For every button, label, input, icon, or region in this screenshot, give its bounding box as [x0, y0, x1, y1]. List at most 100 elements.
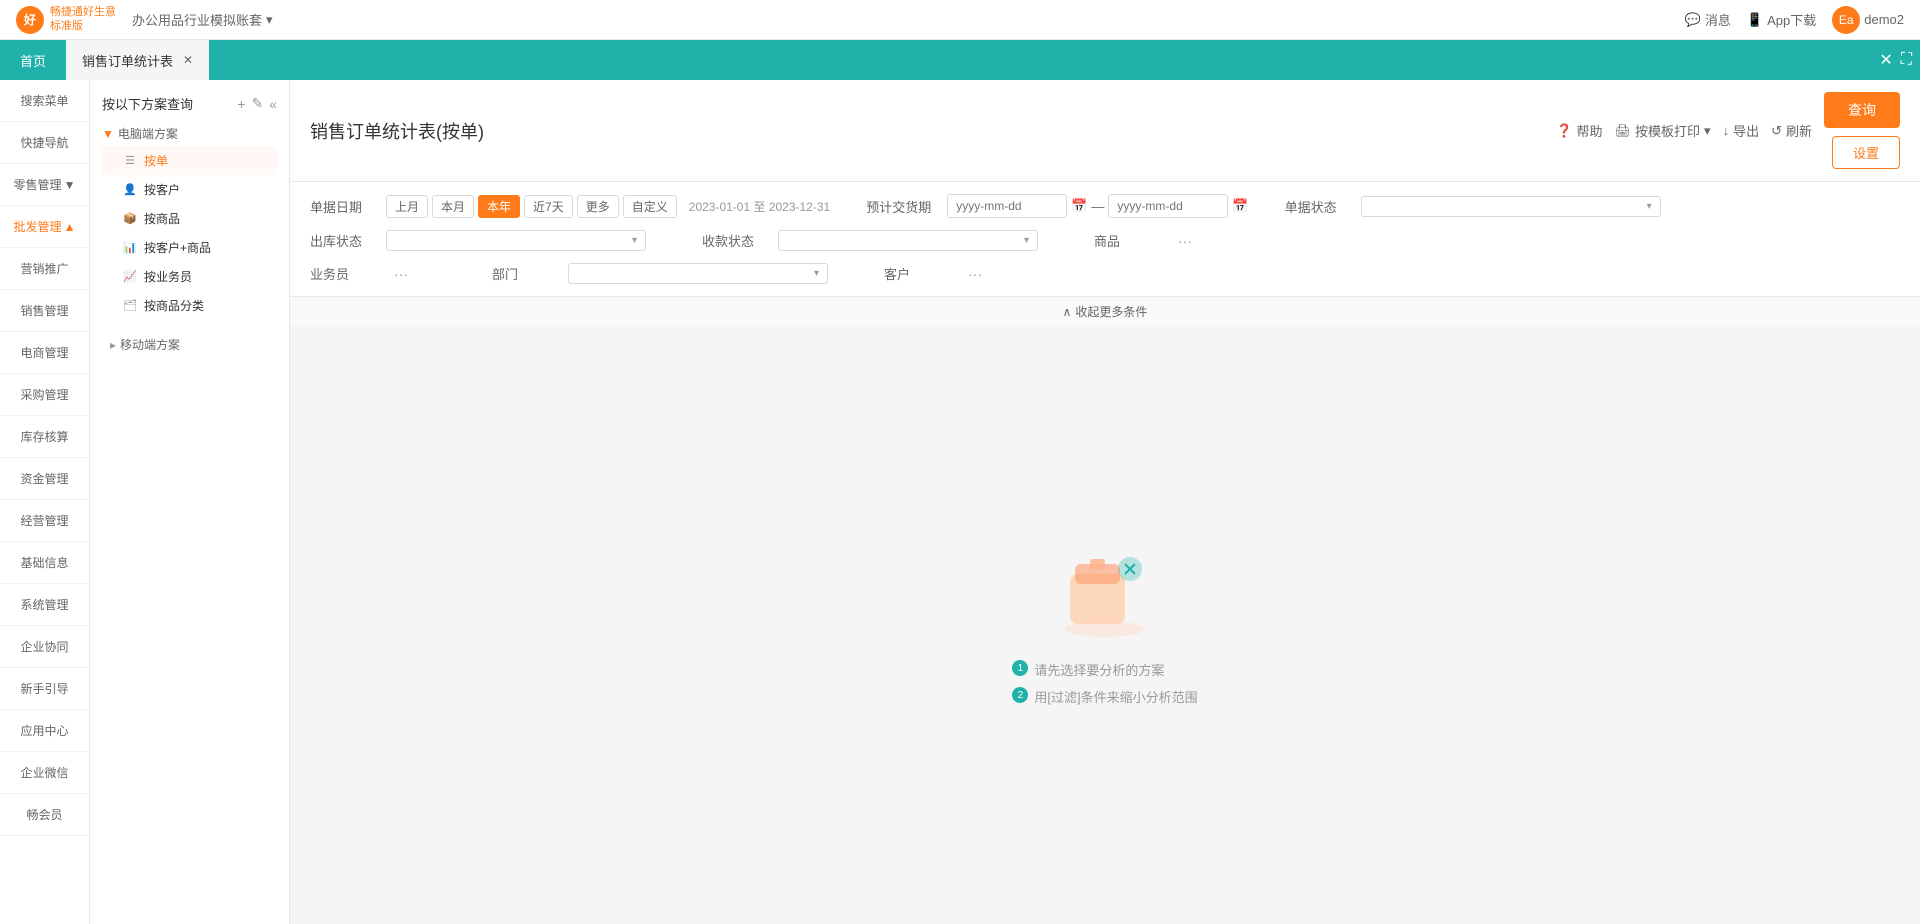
- last-7-days-btn[interactable]: 近7天: [524, 195, 573, 218]
- scheme-item-by-product[interactable]: 📦 按商品: [102, 204, 277, 233]
- user-profile[interactable]: Ea demo2: [1832, 6, 1904, 34]
- payment-status-select[interactable]: [778, 230, 1038, 251]
- product-select[interactable]: ···: [1170, 231, 1200, 251]
- last-month-btn[interactable]: 上月: [386, 195, 428, 218]
- app-download-button[interactable]: 📱 App下载: [1747, 10, 1816, 29]
- app-selector[interactable]: 办公用品行业模拟账套 ▾: [124, 6, 281, 33]
- collapse-filter-button[interactable]: ∧ 收起更多条件: [290, 296, 1920, 326]
- export-button[interactable]: ↓ 导出: [1723, 121, 1760, 140]
- filter-row-3: 业务员 ··· 部门 客户 ···: [310, 263, 1900, 296]
- print-icon: 🖨: [1615, 123, 1632, 139]
- order-status-label: 单据状态: [1285, 197, 1345, 216]
- collapse-scheme-button[interactable]: «: [269, 96, 277, 112]
- export-icon: ↓: [1723, 123, 1730, 138]
- empty-illustration: [1045, 544, 1165, 644]
- payment-status-label: 收款状态: [702, 231, 762, 250]
- empty-tips: 1 请先选择要分析的方案 2 用[过滤]条件来缩小分析范围: [1012, 660, 1197, 706]
- calendar-start-icon[interactable]: 📅: [1071, 198, 1087, 214]
- customer-icon: 👤: [122, 182, 138, 198]
- order-icon: ☰: [122, 153, 138, 169]
- sidebar-item-retail-mgmt[interactable]: 零售管理 ▼: [0, 164, 89, 206]
- refresh-button[interactable]: ↺ 刷新: [1771, 121, 1812, 140]
- sidebar-item-enterprise-collab[interactable]: 企业协同: [0, 626, 89, 668]
- sidebar-item-quick-nav[interactable]: 快捷导航: [0, 122, 89, 164]
- sidebar-item-sales-mgmt[interactable]: 销售管理: [0, 290, 89, 332]
- department-label: 部门: [492, 264, 552, 283]
- close-window-button[interactable]: ✕: [1879, 50, 1892, 70]
- expected-delivery-end[interactable]: [1108, 194, 1228, 218]
- main-layout: 搜索菜单 快捷导航 零售管理 ▼ 批发管理 ▲ 营销推广 销售管理 电商管理 采…: [0, 80, 1920, 924]
- expected-delivery-group: 📅 — 📅: [947, 194, 1248, 218]
- chevron-down-icon: ▼: [64, 178, 76, 192]
- chevron-down-icon: ▾: [266, 12, 273, 28]
- product-label: 商品: [1094, 231, 1154, 250]
- date-range-text: 2023-01-01 至 2023-12-31: [689, 198, 830, 215]
- sidebar-item-operation-mgmt[interactable]: 经营管理: [0, 500, 89, 542]
- sidebar-item-purchase-mgmt[interactable]: 采购管理: [0, 374, 89, 416]
- pc-category-header[interactable]: ▼ 电脑端方案: [102, 125, 277, 142]
- sidebar-item-basic-info[interactable]: 基础信息: [0, 542, 89, 584]
- sidebar-item-member[interactable]: 畅会员: [0, 794, 89, 836]
- edit-scheme-button[interactable]: ✎: [251, 95, 263, 112]
- scheme-item-by-salesperson[interactable]: 📈 按业务员: [102, 262, 277, 291]
- sidebar-item-ecommerce-mgmt[interactable]: 电商管理: [0, 332, 89, 374]
- chevron-down-icon: ▼: [102, 127, 114, 141]
- this-year-btn[interactable]: 本年: [478, 195, 520, 218]
- logo-text: 畅捷通好生意 标准版: [50, 6, 116, 32]
- product-icon: 📦: [122, 211, 138, 227]
- sidebar-item-system-mgmt[interactable]: 系统管理: [0, 584, 89, 626]
- delivery-status-select[interactable]: [386, 230, 646, 251]
- scheme-item-by-customer-product[interactable]: 📊 按客户+商品: [102, 233, 277, 262]
- expected-delivery-start[interactable]: [947, 194, 1067, 218]
- sidebar-item-wholesale-mgmt[interactable]: 批发管理 ▲: [0, 206, 89, 248]
- filter-row-1: 单据日期 上月 本月 本年 近7天 更多 自定义 2023-01-01 至 20…: [310, 194, 1900, 218]
- delivery-status-arrow: [632, 235, 637, 246]
- filter-section: 单据日期 上月 本月 本年 近7天 更多 自定义 2023-01-01 至 20…: [290, 182, 1920, 326]
- sidebar-item-app-center[interactable]: 应用中心: [0, 710, 89, 752]
- department-select[interactable]: [568, 263, 828, 284]
- template-print-button[interactable]: 🖨 按模板打印 ▾: [1615, 121, 1711, 140]
- page-header: 销售订单统计表(按单) ❓ 帮助 🖨 按模板打印 ▾ ↓ 导出: [290, 80, 1920, 182]
- custom-btn[interactable]: 自定义: [623, 195, 677, 218]
- sidebar-item-marketing[interactable]: 营销推广: [0, 248, 89, 290]
- salesperson-select[interactable]: ···: [386, 264, 416, 284]
- refresh-icon: ↺: [1771, 123, 1782, 139]
- order-status-select[interactable]: [1361, 196, 1661, 217]
- payment-status-arrow: [1024, 235, 1029, 246]
- empty-tip-2: 2 用[过滤]条件来缩小分析范围: [1012, 687, 1197, 706]
- tab-home[interactable]: 首页: [0, 40, 66, 80]
- pc-scheme-category: ▼ 电脑端方案 ☰ 按单 👤 按客户 📦 按商品: [90, 119, 289, 326]
- help-button[interactable]: ❓ 帮助: [1556, 121, 1602, 140]
- mobile-scheme-category: ▸ 移动端方案: [90, 326, 289, 363]
- avatar: Ea: [1832, 6, 1860, 34]
- fullscreen-button[interactable]: ⛶: [1901, 51, 1912, 69]
- customer-select[interactable]: ···: [960, 264, 990, 284]
- right-actions: 查询 设置: [1824, 92, 1900, 169]
- tab-close-icon[interactable]: ✕: [183, 53, 193, 67]
- scheme-list: ☰ 按单 👤 按客户 📦 按商品 📊 按客户+商品: [102, 146, 277, 320]
- logo-icon: 好: [16, 6, 44, 34]
- order-date-label: 单据日期: [310, 197, 370, 216]
- message-button[interactable]: 💬 消息: [1685, 10, 1731, 29]
- calendar-end-icon[interactable]: 📅: [1232, 198, 1248, 214]
- scheme-item-by-customer[interactable]: 👤 按客户: [102, 175, 277, 204]
- tab-sales-order-stat[interactable]: 销售订单统计表 ✕: [66, 40, 209, 80]
- more-btn[interactable]: 更多: [577, 195, 619, 218]
- add-scheme-button[interactable]: +: [237, 96, 245, 112]
- help-icon: ❓: [1556, 123, 1572, 139]
- sidebar-item-finance-mgmt[interactable]: 资金管理: [0, 458, 89, 500]
- settings-button[interactable]: 设置: [1832, 136, 1900, 169]
- scheme-item-by-product-category[interactable]: 🗂 按商品分类: [102, 291, 277, 320]
- customer-label: 客户: [884, 264, 944, 283]
- scheme-item-by-order[interactable]: ☰ 按单: [102, 146, 277, 175]
- sidebar: 搜索菜单 快捷导航 零售管理 ▼ 批发管理 ▲ 营销推广 销售管理 电商管理 采…: [0, 80, 90, 924]
- scheme-panel-header: 按以下方案查询 + ✎ «: [90, 88, 289, 119]
- topbar: 好 畅捷通好生意 标准版 办公用品行业模拟账套 ▾ 💬 消息 📱 App下载 E…: [0, 0, 1920, 40]
- this-month-btn[interactable]: 本月: [432, 195, 474, 218]
- sidebar-item-enterprise-wechat[interactable]: 企业微信: [0, 752, 89, 794]
- query-button[interactable]: 查询: [1824, 92, 1900, 128]
- mobile-category-header[interactable]: ▸ 移动端方案: [102, 332, 277, 357]
- sidebar-item-search-menu[interactable]: 搜索菜单: [0, 80, 89, 122]
- sidebar-item-new-user-guide[interactable]: 新手引导: [0, 668, 89, 710]
- sidebar-item-inventory[interactable]: 库存核算: [0, 416, 89, 458]
